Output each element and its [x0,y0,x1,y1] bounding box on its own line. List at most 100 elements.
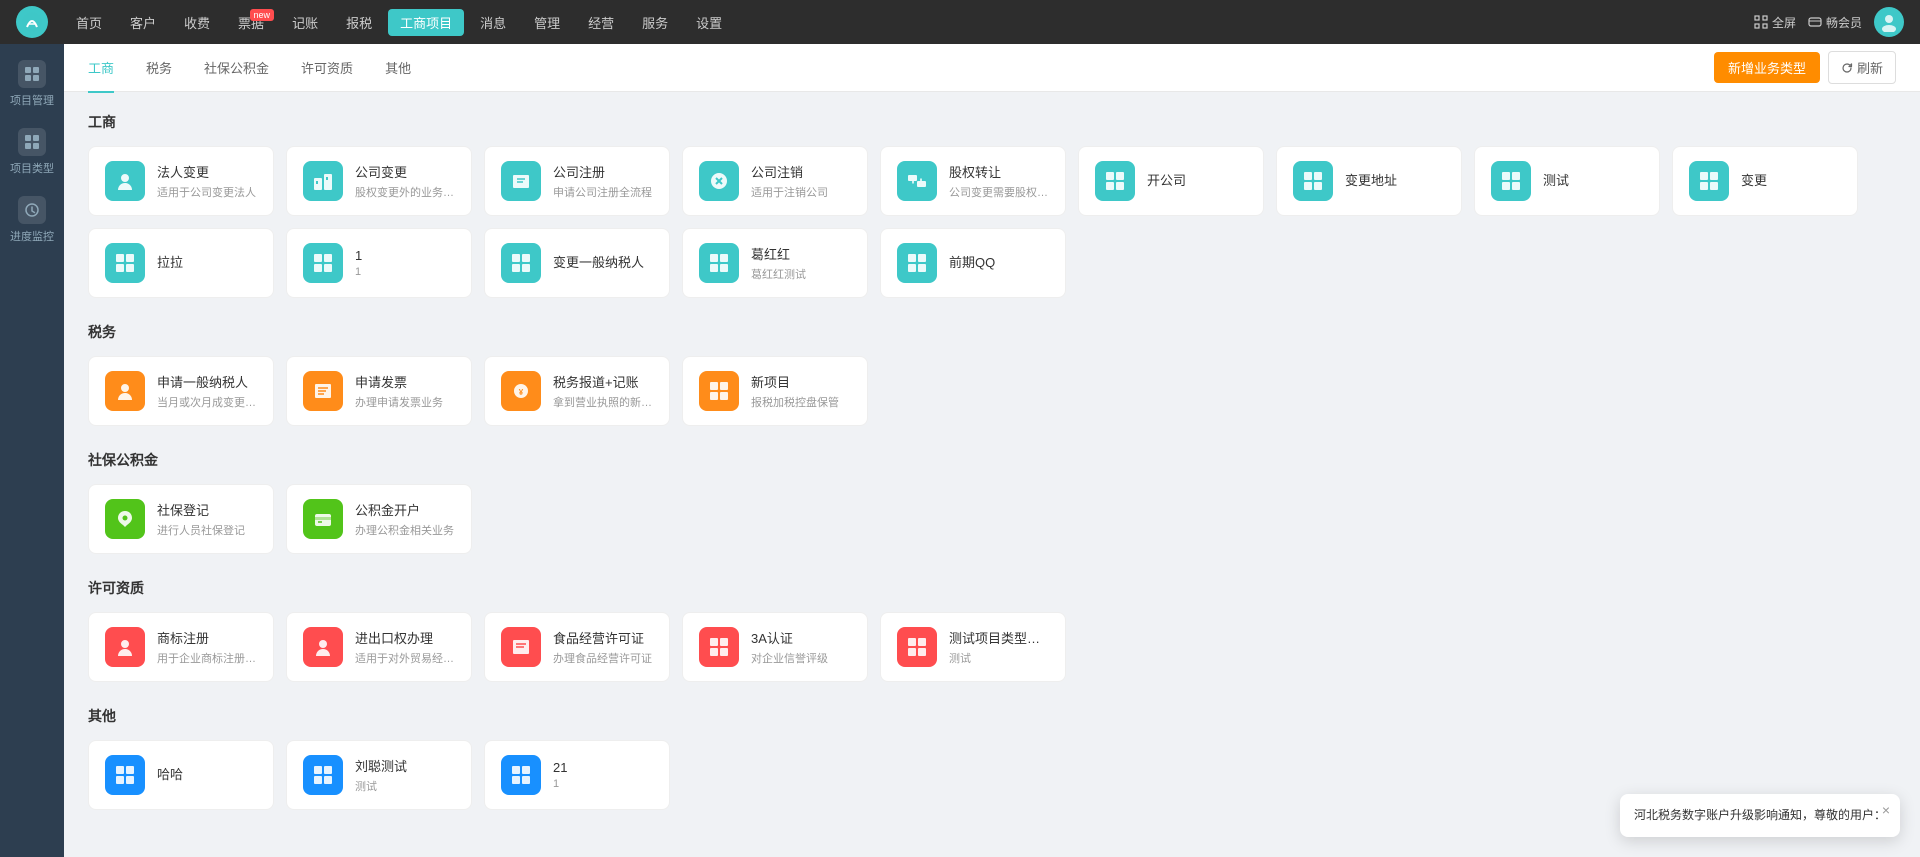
card-change-address[interactable]: 变更地址 [1276,146,1462,216]
card-lala[interactable]: 拉拉 [88,228,274,298]
card-new-project[interactable]: 新项目 报税加税控盘保管 [682,356,868,426]
card-3a-cert[interactable]: 3A认证 对企业信誉评级 [682,612,868,682]
card-name-import-export: 进出口权办理 [355,628,455,647]
card-desc-one: 1 [355,266,455,278]
card-trademark[interactable]: 商标注册 用于企业商标注册服务 [88,612,274,682]
card-company-register[interactable]: 公司注册 申请公司注册全流程 [484,146,670,216]
card-icon-equity-transfer [897,161,937,201]
nav-manage[interactable]: 管理 [522,9,572,36]
card-icon-company-change [303,161,343,201]
card-icon-3a-cert [699,627,739,667]
card-apply-invoice[interactable]: 申请发票 办理申请发票业务 [286,356,472,426]
card-company-change[interactable]: 公司变更 股权变更外的业务变更 [286,146,472,216]
nav-bookkeeping[interactable]: 记账 [280,9,330,36]
card-icon-21 [501,755,541,795]
nav-home[interactable]: 首页 [64,9,114,36]
card-name-change-address: 变更地址 [1345,170,1445,189]
card-liucong-test[interactable]: 刘聪测试 测试 [286,740,472,810]
card-change1[interactable]: 变更 [1672,146,1858,216]
avatar[interactable] [1874,7,1904,37]
card-legal-change[interactable]: 法人变更 适用于公司变更法人 [88,146,274,216]
card-company-cancel[interactable]: 公司注销 适用于注销公司 [682,146,868,216]
notification-close-button[interactable]: × [1882,802,1890,818]
refresh-button[interactable]: 刷新 [1828,51,1896,84]
card-food-license[interactable]: 食品经营许可证 办理食品经营许可证 [484,612,670,682]
card-icon-tax-report-bookkeeping: ¥ [501,371,541,411]
card-name-test1: 测试 [1543,170,1643,189]
card-name-legal-change: 法人变更 [157,162,257,181]
card-icon-change-address [1293,161,1333,201]
tab-social-fund[interactable]: 社保公积金 [204,44,269,93]
card-desc-equity-transfer: 公司变更需要股权转让 [949,184,1049,200]
nav-settings[interactable]: 设置 [684,9,734,36]
card-open-company[interactable]: 开公司 [1078,146,1264,216]
card-test-project-type[interactable]: 测试项目类型自定义 测试 [880,612,1066,682]
card-name-21: 21 [553,760,653,775]
card-change-tax[interactable]: 变更一般纳税人 [484,228,670,298]
nav-tax[interactable]: 报税 [334,9,384,36]
card-icon-qianqiqq [897,243,937,283]
card-one[interactable]: 1 1 [286,228,472,298]
sidebar-item-project-type[interactable]: 项目类型 [4,120,60,184]
card-icon-social-register [105,499,145,539]
card-name-company-register: 公司注册 [553,162,653,181]
card-name-new-project: 新项目 [751,372,851,391]
card-icon-legal-change [105,161,145,201]
nav-fee[interactable]: 收费 [172,9,222,36]
tab-bar-actions: 新增业务类型 刷新 [1714,51,1896,84]
nav-operation[interactable]: 经营 [576,9,626,36]
sidebar-item-project-management[interactable]: 项目管理 [4,52,60,116]
card-name-company-cancel: 公司注销 [751,162,851,181]
card-21[interactable]: 21 1 [484,740,670,810]
card-icon-food-license [501,627,541,667]
new-badge: new [250,9,275,21]
nav-ticket[interactable]: 票据 new [226,9,276,36]
fullscreen-button[interactable]: 全屏 [1754,14,1796,31]
card-name-company-change: 公司变更 [355,162,455,181]
card-icon-change1 [1689,161,1729,201]
tax-card-grid: 申请一般纳税人 当月或次月成变更完成 申请发票 办理申请发票业务 ¥ [88,356,1896,426]
card-desc-company-change: 股权变更外的业务变更 [355,184,455,200]
layout: 项目管理 项目类型 进度监控 工商 税务 社保公积金 许可资质 其他 新增业务类… [0,44,1920,857]
card-apply-general-tax[interactable]: 申请一般纳税人 当月或次月成变更完成 [88,356,274,426]
card-name-social-register: 社保登记 [157,500,257,519]
nav-message[interactable]: 消息 [468,9,518,36]
card-equity-transfer[interactable]: 股权转让 公司变更需要股权转让 [880,146,1066,216]
card-desc-company-cancel: 适用于注销公司 [751,184,851,200]
nav-service[interactable]: 服务 [630,9,680,36]
nav-industry[interactable]: 工商项目 [388,9,464,36]
nav-customer[interactable]: 客户 [118,9,168,36]
card-name-food-license: 食品经营许可证 [553,628,653,647]
sidebar-label-project-management: 项目管理 [10,92,54,108]
main-content: 工商 税务 社保公积金 许可资质 其他 新增业务类型 刷新 工商 [64,44,1920,857]
vip-button[interactable]: 畅会员 [1808,14,1862,31]
tab-bar: 工商 税务 社保公积金 许可资质 其他 新增业务类型 刷新 [64,44,1920,92]
social-fund-card-grid: 社保登记 进行人员社保登记 公积金开户 办理公积金相关业务 [88,484,1896,554]
card-desc-liucong-test: 测试 [355,778,455,794]
add-business-type-button[interactable]: 新增业务类型 [1714,52,1820,83]
tab-tax[interactable]: 税务 [146,44,172,93]
card-desc-test-project-type: 测试 [949,650,1049,666]
card-name-change-tax: 变更一般纳税人 [553,252,653,271]
card-desc-legal-change: 适用于公司变更法人 [157,184,257,200]
tab-license[interactable]: 许可资质 [301,44,353,93]
section-title-license: 许可资质 [88,578,1896,598]
card-desc-apply-invoice: 办理申请发票业务 [355,394,455,410]
logo [16,6,48,38]
card-haha[interactable]: 哈哈 [88,740,274,810]
card-social-register[interactable]: 社保登记 进行人员社保登记 [88,484,274,554]
notification-text: 河北税务数字账户升级影响通知，尊敬的用户： [1634,806,1886,825]
card-test1[interactable]: 测试 [1474,146,1660,216]
tab-other[interactable]: 其他 [385,44,411,93]
card-qianqiqq[interactable]: 前期QQ [880,228,1066,298]
card-fund-account[interactable]: 公积金开户 办理公积金相关业务 [286,484,472,554]
sidebar-item-progress-monitor[interactable]: 进度监控 [4,188,60,252]
card-import-export[interactable]: 进出口权办理 适用于对外贸易经营者 [286,612,472,682]
card-icon-gehonghong [699,243,739,283]
tab-industry[interactable]: 工商 [88,44,114,93]
industry-card-grid: 法人变更 适用于公司变更法人 公司变更 股权变更外的业务变更 [88,146,1896,298]
card-desc-new-project: 报税加税控盘保管 [751,394,851,410]
card-tax-report-bookkeeping[interactable]: ¥ 税务报道+记账 拿到营业执照的新公司 [484,356,670,426]
card-gehonghong[interactable]: 葛红红 葛红红测试 [682,228,868,298]
card-desc-food-license: 办理食品经营许可证 [553,650,653,666]
